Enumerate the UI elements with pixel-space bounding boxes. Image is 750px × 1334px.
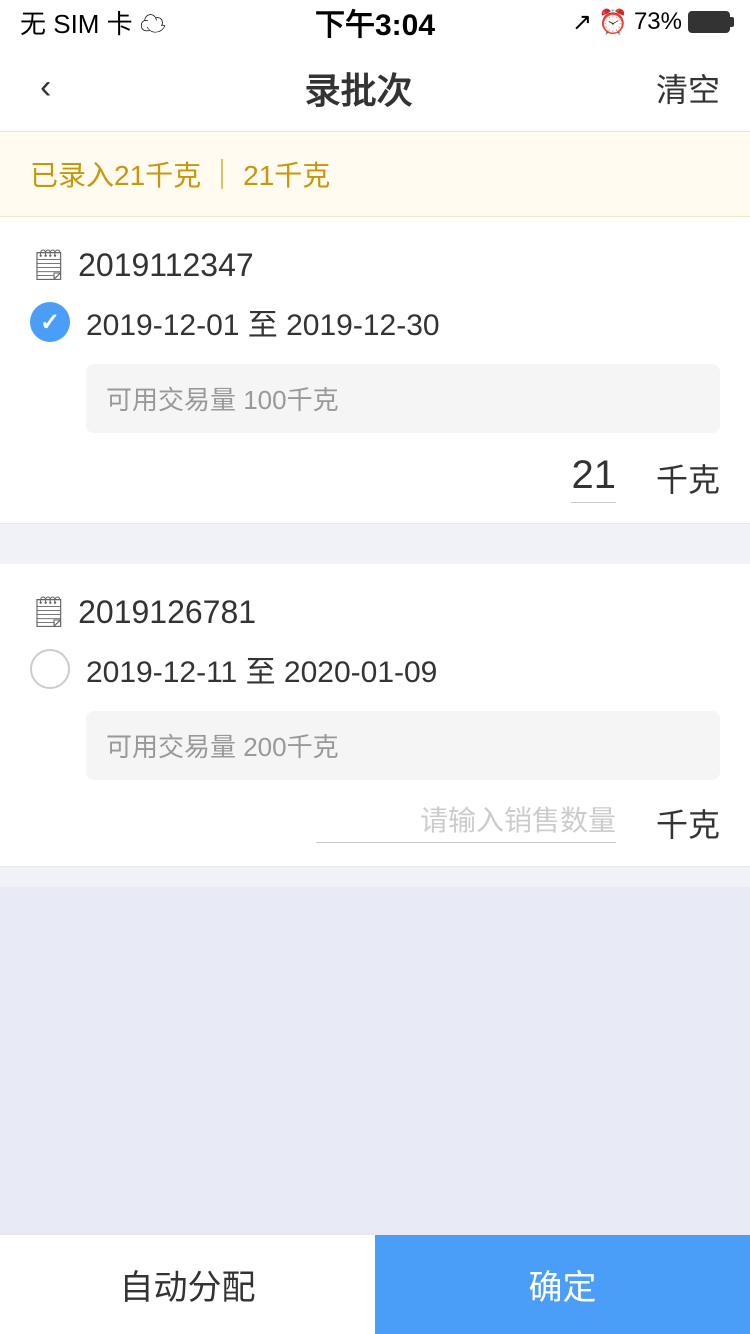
summary-divider: [221, 159, 223, 189]
batch2-icon: 🗒: [30, 595, 68, 630]
batch1-quantity-row: 21 千克: [0, 433, 750, 524]
batch1-header: 🗒 2019112347: [30, 247, 720, 284]
sim-text: 无 SIM 卡 ☁: [20, 4, 166, 41]
batch2-date: 2019-12-11 至 2020-01-09: [86, 647, 437, 691]
nav-bar: ‹ 录批次 清空: [0, 44, 750, 132]
summary-bar: 已录入21千克 21千克: [0, 132, 750, 217]
batch1-radio[interactable]: [30, 302, 70, 342]
batch1-id: 2019112347: [78, 247, 254, 284]
status-right: ↗ ⏰ 73%: [572, 8, 730, 37]
batch1-card: 🗒 2019112347 2019-12-01 至 2019-12-30 可用交…: [0, 217, 750, 524]
batch2-unit: 千克: [656, 800, 720, 846]
clear-button[interactable]: 清空: [656, 65, 720, 111]
alarm-icon: ⏰: [598, 8, 628, 37]
back-button[interactable]: ‹: [30, 58, 61, 117]
batch1-quantity-value: 21: [571, 453, 616, 498]
batch2-date-row[interactable]: 2019-12-11 至 2020-01-09: [30, 647, 720, 691]
batch2-quantity-row: 千克: [0, 780, 750, 867]
auto-distribute-button[interactable]: 自动分配: [0, 1235, 375, 1334]
batch2-header: 🗒 2019126781: [30, 594, 720, 631]
batch2-available-box: 可用交易量 200千克: [86, 711, 720, 780]
status-time: 下午3:04: [315, 0, 435, 44]
summary-total: 21千克: [243, 154, 330, 194]
section-separator: [0, 544, 750, 564]
summary-recorded: 已录入21千克: [30, 154, 201, 194]
batch1-icon: 🗒: [30, 248, 68, 283]
batch1-item: 🗒 2019112347 2019-12-01 至 2019-12-30 可用交…: [0, 217, 750, 433]
gray-fill-area: [0, 887, 750, 1287]
batch2-card: 🗒 2019126781 2019-12-11 至 2020-01-09 可用交…: [0, 564, 750, 867]
batch1-unit: 千克: [656, 455, 720, 501]
batch2-radio[interactable]: [30, 649, 70, 689]
battery-text: 73%: [634, 8, 682, 36]
batch1-date: 2019-12-01 至 2019-12-30: [86, 300, 440, 344]
location-icon: ↗: [572, 8, 592, 37]
page-title: 录批次: [305, 62, 413, 114]
batch1-available-box: 可用交易量 100千克: [86, 364, 720, 433]
battery-icon: [688, 11, 730, 33]
status-left: 无 SIM 卡 ☁: [20, 4, 166, 41]
batch1-date-row[interactable]: 2019-12-01 至 2019-12-30: [30, 300, 720, 344]
batch2-id: 2019126781: [78, 594, 256, 631]
batch1-available: 可用交易量 100千克: [106, 385, 339, 415]
batch2-available: 可用交易量 200千克: [106, 732, 339, 762]
batch2-quantity-input[interactable]: [316, 804, 616, 838]
footer: 自动分配 确定: [0, 1234, 750, 1334]
confirm-button[interactable]: 确定: [375, 1235, 750, 1334]
batch2-item: 🗒 2019126781 2019-12-11 至 2020-01-09 可用交…: [0, 564, 750, 780]
status-bar: 无 SIM 卡 ☁ 下午3:04 ↗ ⏰ 73%: [0, 0, 750, 44]
